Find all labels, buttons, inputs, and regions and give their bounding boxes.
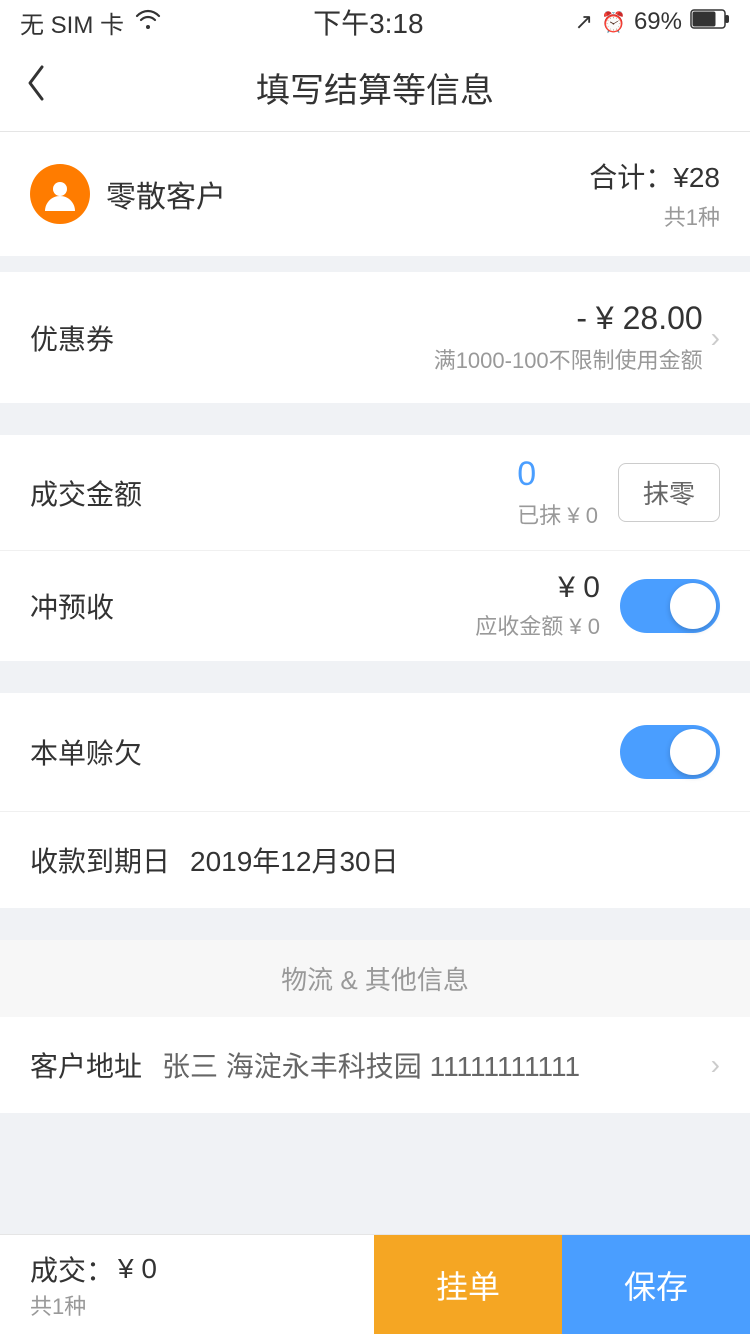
coupon-desc: 满1000-100不限制使用金额 bbox=[434, 343, 703, 375]
status-time: 下午3:18 bbox=[313, 2, 424, 42]
location-icon: ↗ bbox=[575, 9, 593, 35]
page-title: 填写结算等信息 bbox=[256, 63, 494, 112]
transaction-amount-row: 成交金额 0 已抹 ¥ 0 抹零 bbox=[0, 435, 750, 550]
customer-name: 零散客户 bbox=[106, 172, 226, 216]
alarm-icon: ⏰ bbox=[601, 10, 626, 35]
back-button[interactable] bbox=[24, 63, 48, 112]
customer-row: 零散客户 合计：¥28 共1种 bbox=[0, 132, 750, 256]
address-value: 张三 海淀永丰科技园 11111111111 bbox=[162, 1045, 703, 1085]
coupon-row[interactable]: 优惠券 - ¥ 28.00 满1000-100不限制使用金额 › bbox=[0, 272, 750, 403]
nav-bar: 填写结算等信息 bbox=[0, 44, 750, 132]
bottom-info: 成交： ¥ 0 共1种 bbox=[0, 1235, 374, 1334]
logistics-header: 物流 & 其他信息 bbox=[0, 940, 750, 1017]
bottom-count: 共1种 bbox=[30, 1289, 344, 1321]
toggle-knob bbox=[670, 583, 716, 629]
transaction-right: 0 已抹 ¥ 0 抹零 bbox=[517, 455, 720, 530]
wifi-icon bbox=[134, 8, 162, 36]
status-right: ↗ ⏰ 69% bbox=[575, 8, 730, 37]
coupon-discount: - ¥ 28.00 bbox=[434, 300, 703, 337]
bottom-transaction-label: 成交： bbox=[30, 1249, 114, 1289]
customer-left: 零散客户 bbox=[30, 164, 226, 224]
round-down-button[interactable]: 抹零 bbox=[618, 463, 720, 522]
divider-3 bbox=[0, 924, 750, 940]
due-date-value: 2019年12月30日 bbox=[190, 840, 399, 880]
logistics-title: 物流 & 其他信息 bbox=[281, 965, 469, 995]
battery-icon bbox=[690, 8, 730, 37]
coupon-label: 优惠券 bbox=[30, 318, 114, 358]
address-content: 客户地址 张三 海淀永丰科技园 11111111111 bbox=[30, 1045, 703, 1085]
transaction-label: 成交金额 bbox=[30, 473, 142, 513]
save-button-label: 保存 bbox=[624, 1262, 688, 1308]
bottom-transaction-row: 成交： ¥ 0 bbox=[30, 1249, 344, 1289]
no-sim-text: 无 SIM 卡 bbox=[20, 5, 124, 40]
divider-2 bbox=[0, 677, 750, 693]
address-label: 客户地址 bbox=[30, 1045, 142, 1085]
due-date-label: 收款到期日 bbox=[30, 840, 170, 880]
customer-right: 合计：¥28 共1种 bbox=[589, 156, 720, 232]
credit-section: 本单赊欠 收款到期日 2019年12月30日 bbox=[0, 693, 750, 908]
status-bar: 无 SIM 卡 下午3:18 ↗ ⏰ 69% bbox=[0, 0, 750, 44]
customer-avatar bbox=[30, 164, 90, 224]
due-date-row: 收款到期日 2019年12月30日 bbox=[0, 811, 750, 908]
prepay-amount: ¥ 0 bbox=[475, 571, 600, 605]
coupon-right: - ¥ 28.00 满1000-100不限制使用金额 › bbox=[434, 300, 720, 375]
transaction-values: 0 已抹 ¥ 0 bbox=[517, 455, 598, 530]
address-section[interactable]: 客户地址 张三 海淀永丰科技园 11111111111 › bbox=[0, 1017, 750, 1113]
prepay-row: 冲预收 ¥ 0 应收金额 ¥ 0 bbox=[0, 550, 750, 661]
prepay-toggle[interactable] bbox=[620, 579, 720, 633]
divider-1 bbox=[0, 419, 750, 435]
save-button[interactable]: 保存 bbox=[562, 1235, 750, 1334]
transaction-value: 0 bbox=[517, 455, 598, 494]
credit-row: 本单赊欠 bbox=[0, 693, 750, 811]
total-count: 共1种 bbox=[589, 200, 720, 232]
prepay-right: ¥ 0 应收金额 ¥ 0 bbox=[475, 571, 720, 641]
transaction-section: 成交金额 0 已抹 ¥ 0 抹零 冲预收 ¥ 0 应收金额 ¥ 0 bbox=[0, 435, 750, 661]
status-left: 无 SIM 卡 bbox=[20, 5, 162, 40]
transaction-sub: 已抹 ¥ 0 bbox=[517, 498, 598, 530]
battery-text: 69% bbox=[634, 8, 682, 36]
credit-toggle-knob bbox=[670, 729, 716, 775]
hold-button[interactable]: 挂单 bbox=[374, 1235, 562, 1334]
coupon-chevron-icon: › bbox=[711, 322, 720, 354]
bottom-bar: 成交： ¥ 0 共1种 挂单 保存 bbox=[0, 1234, 750, 1334]
address-row[interactable]: 客户地址 张三 海淀永丰科技园 11111111111 › bbox=[0, 1017, 750, 1113]
total-amount: 合计：¥28 bbox=[589, 156, 720, 196]
address-chevron-icon: › bbox=[711, 1049, 720, 1081]
coupon-values: - ¥ 28.00 满1000-100不限制使用金额 bbox=[434, 300, 703, 375]
bottom-transaction-amount: ¥ 0 bbox=[118, 1253, 157, 1285]
customer-section: 零散客户 合计：¥28 共1种 bbox=[0, 132, 750, 256]
due-content: 收款到期日 2019年12月30日 bbox=[30, 840, 720, 880]
prepay-values: ¥ 0 应收金额 ¥ 0 bbox=[475, 571, 600, 641]
coupon-section[interactable]: 优惠券 - ¥ 28.00 满1000-100不限制使用金额 › bbox=[0, 272, 750, 403]
prepay-receivable: 应收金额 ¥ 0 bbox=[475, 609, 600, 641]
credit-label: 本单赊欠 bbox=[30, 732, 142, 772]
prepay-label: 冲预收 bbox=[30, 586, 114, 626]
hold-button-label: 挂单 bbox=[436, 1262, 500, 1308]
credit-toggle[interactable] bbox=[620, 725, 720, 779]
